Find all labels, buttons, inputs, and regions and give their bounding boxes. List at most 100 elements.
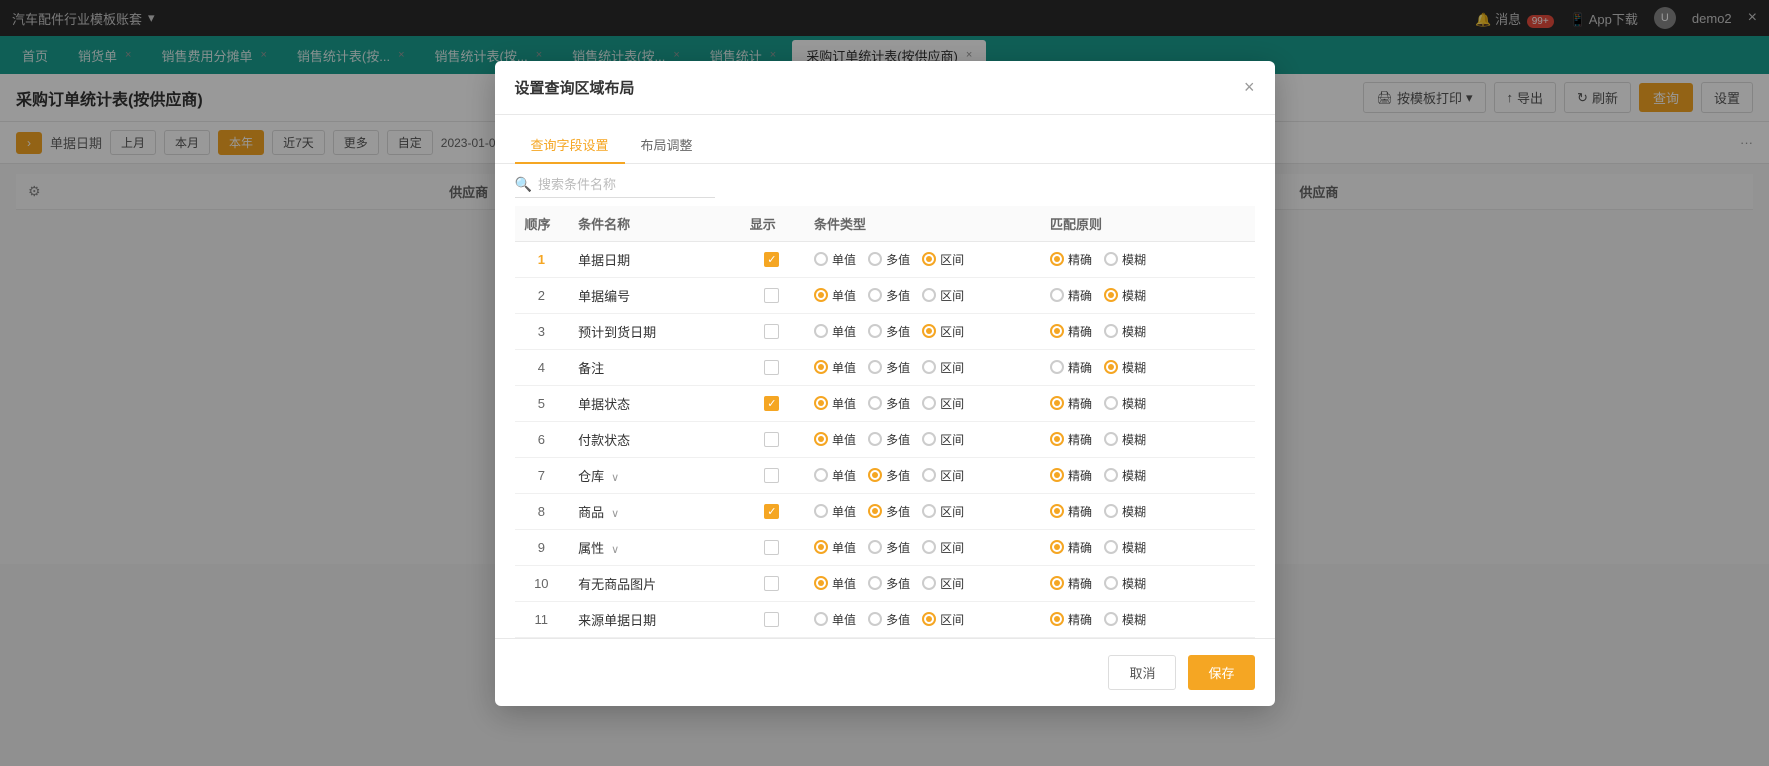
radio-circle <box>922 252 936 266</box>
type-radio-多值[interactable]: 多值 <box>868 359 910 376</box>
type-radio-多值[interactable]: 多值 <box>868 575 910 592</box>
type-radio-多值[interactable]: 多值 <box>868 287 910 304</box>
type-radio-group: 单值多值区间 <box>814 575 1030 592</box>
match-radio-group: 精确模糊 <box>1050 395 1245 412</box>
type-radio-多值[interactable]: 多值 <box>868 467 910 484</box>
type-radio-区间[interactable]: 区间 <box>922 251 964 268</box>
show-checkbox[interactable] <box>764 360 779 375</box>
expand-icon[interactable]: ∨ <box>608 544 619 556</box>
type-radio-单值[interactable]: 单值 <box>814 503 856 520</box>
match-radio-精确[interactable]: 精确 <box>1050 575 1092 592</box>
match-radio-精确[interactable]: 精确 <box>1050 431 1092 448</box>
type-radio-区间[interactable]: 区间 <box>922 611 964 628</box>
match-radio-模糊[interactable]: 模糊 <box>1104 395 1146 412</box>
type-radio-单值[interactable]: 单值 <box>814 323 856 340</box>
type-radio-区间[interactable]: 区间 <box>922 467 964 484</box>
type-radio-多值[interactable]: 多值 <box>868 503 910 520</box>
dialog-overlay: 设置查询区域布局 × 查询字段设置 布局调整 🔍 顺序 条件名称 显示 <box>0 0 1769 766</box>
match-radio-精确[interactable]: 精确 <box>1050 467 1092 484</box>
match-radio-模糊[interactable]: 模糊 <box>1104 251 1146 268</box>
show-checkbox[interactable] <box>764 540 779 555</box>
radio-circle <box>1050 360 1064 374</box>
match-radio-模糊[interactable]: 模糊 <box>1104 287 1146 304</box>
match-radio-精确[interactable]: 精确 <box>1050 503 1092 520</box>
radio-circle <box>814 396 828 410</box>
condition-name: 单据日期 <box>578 253 630 268</box>
type-radio-单值[interactable]: 单值 <box>814 431 856 448</box>
match-radio-模糊[interactable]: 模糊 <box>1104 503 1146 520</box>
type-radio-区间[interactable]: 区间 <box>922 575 964 592</box>
type-radio-group: 单值多值区间 <box>814 539 1030 556</box>
match-radio-精确[interactable]: 精确 <box>1050 323 1092 340</box>
match-radio-模糊[interactable]: 模糊 <box>1104 575 1146 592</box>
cancel-button[interactable]: 取消 <box>1108 655 1176 690</box>
type-radio-单值[interactable]: 单值 <box>814 575 856 592</box>
match-radio-group: 精确模糊 <box>1050 575 1245 592</box>
type-radio-group: 单值多值区间 <box>814 611 1030 628</box>
type-radio-单值[interactable]: 单值 <box>814 539 856 556</box>
match-radio-模糊[interactable]: 模糊 <box>1104 323 1146 340</box>
show-checkbox[interactable] <box>764 468 779 483</box>
show-checkbox[interactable] <box>764 252 779 267</box>
th-match: 匹配原则 <box>1040 206 1255 242</box>
show-checkbox[interactable] <box>764 288 779 303</box>
type-radio-多值[interactable]: 多值 <box>868 395 910 412</box>
show-checkbox[interactable] <box>764 324 779 339</box>
type-radio-多值[interactable]: 多值 <box>868 251 910 268</box>
type-radio-单值[interactable]: 单值 <box>814 395 856 412</box>
type-radio-单值[interactable]: 单值 <box>814 251 856 268</box>
type-radio-多值[interactable]: 多值 <box>868 611 910 628</box>
th-type: 条件类型 <box>804 206 1040 242</box>
type-radio-单值[interactable]: 单值 <box>814 359 856 376</box>
type-radio-多值[interactable]: 多值 <box>868 539 910 556</box>
show-checkbox[interactable] <box>764 432 779 447</box>
type-radio-区间[interactable]: 区间 <box>922 431 964 448</box>
match-radio-模糊[interactable]: 模糊 <box>1104 611 1146 628</box>
type-radio-区间[interactable]: 区间 <box>922 287 964 304</box>
table-row: 6付款状态单值多值区间精确模糊 <box>515 421 1255 457</box>
type-radio-区间[interactable]: 区间 <box>922 395 964 412</box>
match-radio-模糊[interactable]: 模糊 <box>1104 539 1146 556</box>
type-radio-group: 单值多值区间 <box>814 359 1030 376</box>
show-checkbox[interactable] <box>764 504 779 519</box>
dialog-tab-query[interactable]: 查询字段设置 <box>515 127 625 164</box>
save-button[interactable]: 保存 <box>1188 655 1254 690</box>
match-radio-模糊[interactable]: 模糊 <box>1104 359 1146 376</box>
search-input[interactable] <box>538 177 698 192</box>
match-radio-模糊[interactable]: 模糊 <box>1104 431 1146 448</box>
match-radio-精确[interactable]: 精确 <box>1050 539 1092 556</box>
th-show: 显示 <box>740 206 804 242</box>
show-checkbox[interactable] <box>764 576 779 591</box>
type-radio-单值[interactable]: 单值 <box>814 611 856 628</box>
expand-icon[interactable]: ∨ <box>608 508 619 520</box>
dialog-close-button[interactable]: × <box>1244 78 1255 96</box>
match-radio-精确[interactable]: 精确 <box>1050 611 1092 628</box>
radio-circle <box>1050 432 1064 446</box>
table-head-row: 顺序 条件名称 显示 条件类型 匹配原则 <box>515 206 1255 242</box>
radio-circle <box>1104 396 1118 410</box>
match-radio-group: 精确模糊 <box>1050 359 1245 376</box>
type-radio-多值[interactable]: 多值 <box>868 323 910 340</box>
match-radio-精确[interactable]: 精确 <box>1050 359 1092 376</box>
expand-icon[interactable]: ∨ <box>608 472 619 484</box>
match-radio-精确[interactable]: 精确 <box>1050 251 1092 268</box>
type-radio-单值[interactable]: 单值 <box>814 467 856 484</box>
dialog-tab-layout[interactable]: 布局调整 <box>625 127 709 164</box>
type-radio-单值[interactable]: 单值 <box>814 287 856 304</box>
radio-circle <box>814 576 828 590</box>
radio-circle <box>814 540 828 554</box>
match-radio-精确[interactable]: 精确 <box>1050 287 1092 304</box>
radio-circle <box>868 540 882 554</box>
match-radio-模糊[interactable]: 模糊 <box>1104 467 1146 484</box>
match-radio-精确[interactable]: 精确 <box>1050 395 1092 412</box>
table-row: 2单据编号单值多值区间精确模糊 <box>515 277 1255 313</box>
type-radio-区间[interactable]: 区间 <box>922 359 964 376</box>
type-radio-区间[interactable]: 区间 <box>922 539 964 556</box>
match-radio-group: 精确模糊 <box>1050 431 1245 448</box>
type-radio-区间[interactable]: 区间 <box>922 503 964 520</box>
show-checkbox[interactable] <box>764 612 779 627</box>
type-radio-区间[interactable]: 区间 <box>922 323 964 340</box>
type-radio-多值[interactable]: 多值 <box>868 431 910 448</box>
show-checkbox[interactable] <box>764 396 779 411</box>
condition-name: 仓库 <box>578 469 604 484</box>
